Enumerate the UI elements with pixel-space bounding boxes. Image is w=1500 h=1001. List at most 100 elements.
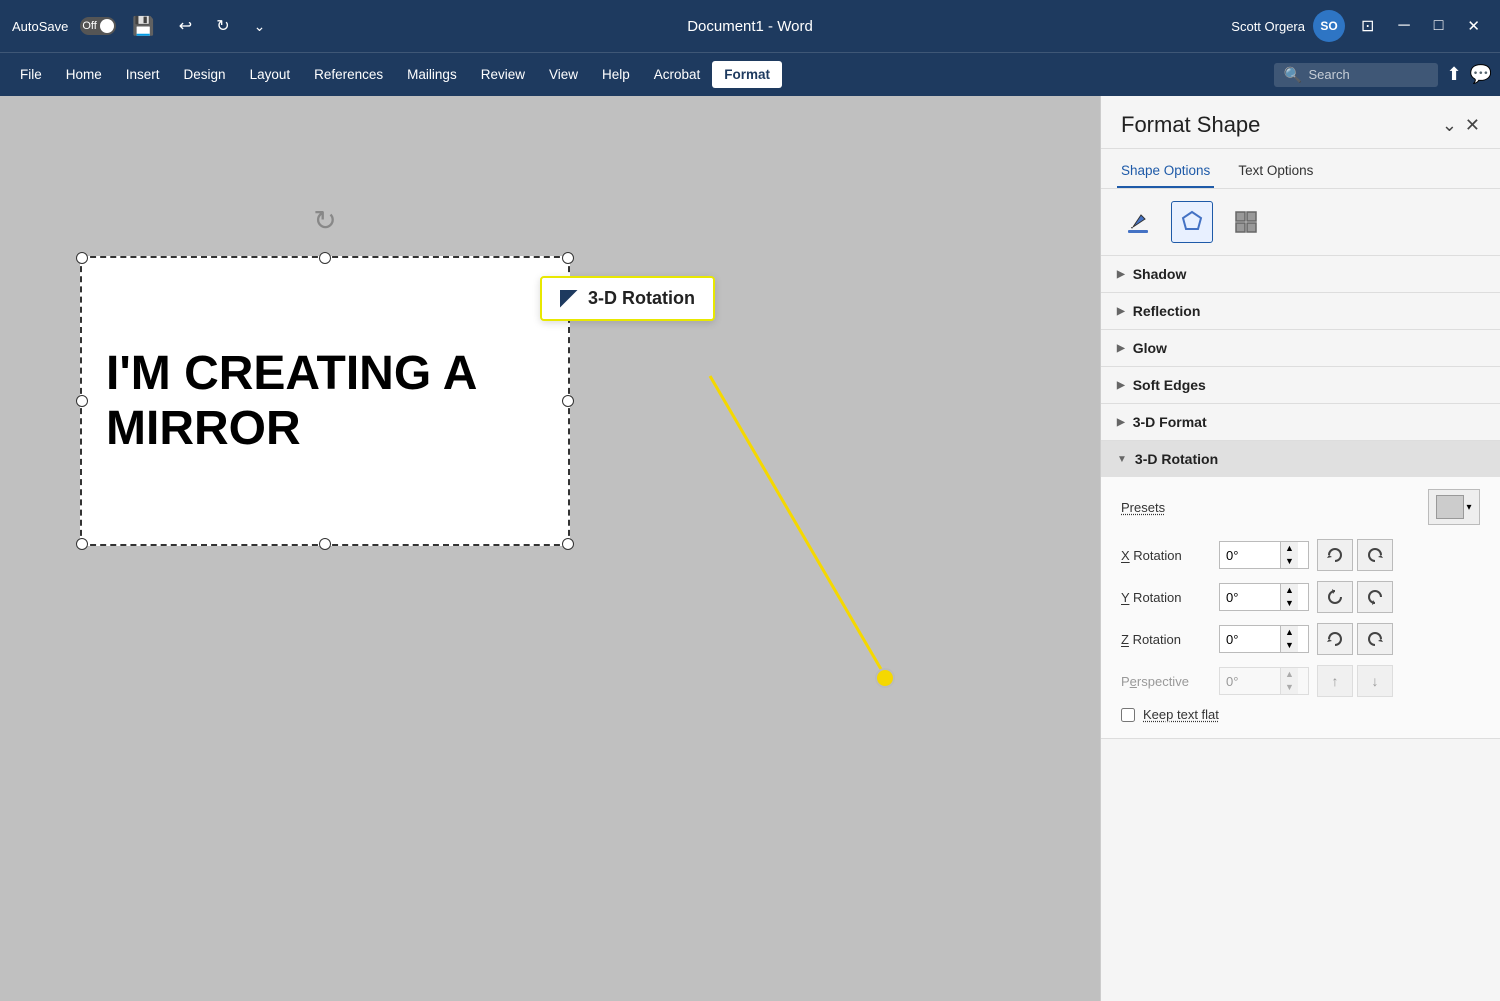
- share-icon[interactable]: ⬆: [1446, 64, 1461, 85]
- effects-icon-btn[interactable]: [1171, 201, 1213, 243]
- tooltip-label: 3-D Rotation: [588, 288, 695, 309]
- section-3d-format-header[interactable]: ▶ 3-D Format: [1101, 404, 1500, 440]
- undo-button[interactable]: ↩: [171, 12, 200, 40]
- glow-label: Glow: [1133, 340, 1167, 356]
- menu-format[interactable]: Format: [712, 61, 782, 88]
- autosave-toggle[interactable]: Off: [80, 17, 116, 35]
- perspective-down-btn[interactable]: ↓: [1357, 665, 1393, 697]
- handle-mid-left[interactable]: [76, 395, 88, 407]
- close-window-button[interactable]: ✕: [1459, 13, 1488, 39]
- y-rotate-up-btn[interactable]: [1317, 581, 1353, 613]
- menu-mailings[interactable]: Mailings: [395, 61, 469, 88]
- 3d-format-label: 3-D Format: [1133, 414, 1207, 430]
- document-area[interactable]: ↻ I'M CREATING A MIRROR 3-D Rotation: [0, 96, 1100, 1001]
- maximize-button[interactable]: □: [1426, 13, 1452, 39]
- handle-top-left[interactable]: [76, 252, 88, 264]
- perspective-spin[interactable]: ▲ ▼: [1280, 668, 1298, 694]
- menu-view[interactable]: View: [537, 61, 590, 88]
- layout-icon-btn[interactable]: [1225, 201, 1267, 243]
- y-rotation-input[interactable]: [1220, 586, 1280, 609]
- y-rotation-spin-down[interactable]: ▼: [1281, 597, 1298, 610]
- perspective-arrow-btns: ↑ ↓: [1317, 665, 1393, 697]
- user-avatar[interactable]: SO: [1313, 10, 1345, 42]
- z-rotate-cw-btn[interactable]: [1357, 623, 1393, 655]
- text-box[interactable]: I'M CREATING A MIRROR: [80, 256, 570, 546]
- menu-file[interactable]: File: [8, 61, 54, 88]
- rotation-handle[interactable]: ↻: [313, 204, 336, 237]
- y-rotation-icon-btns: [1317, 581, 1393, 613]
- tab-text-options[interactable]: Text Options: [1234, 157, 1317, 188]
- keep-text-flat-label: Keep text flat: [1143, 707, 1219, 722]
- menu-design[interactable]: Design: [172, 61, 238, 88]
- reflection-arrow-icon: ▶: [1117, 306, 1125, 317]
- section-reflection-header[interactable]: ▶ Reflection: [1101, 293, 1500, 329]
- fill-line-icon-btn[interactable]: [1117, 201, 1159, 243]
- panel-collapse-button[interactable]: ⌄: [1442, 115, 1457, 136]
- z-rotation-spin-up[interactable]: ▲: [1281, 626, 1298, 639]
- redo-button[interactable]: ↻: [208, 12, 237, 40]
- menu-acrobat[interactable]: Acrobat: [642, 61, 713, 88]
- save-button[interactable]: 💾: [124, 12, 162, 41]
- comments-icon[interactable]: 💬: [1470, 64, 1492, 85]
- z-rotation-input-wrap[interactable]: ▲ ▼: [1219, 625, 1309, 653]
- handle-top-right[interactable]: [562, 252, 574, 264]
- keep-text-flat-checkbox[interactable]: [1121, 708, 1135, 722]
- shadow-arrow-icon: ▶: [1117, 269, 1125, 280]
- menu-home[interactable]: Home: [54, 61, 114, 88]
- x-rotation-input-wrap[interactable]: ▲ ▼: [1219, 541, 1309, 569]
- section-3d-rotation-header[interactable]: ▼ 3-D Rotation: [1101, 441, 1500, 477]
- presets-button[interactable]: ▾: [1428, 489, 1480, 525]
- perspective-input-wrap[interactable]: ▲ ▼: [1219, 667, 1309, 695]
- x-rotation-icon-btns: [1317, 539, 1393, 571]
- perspective-up-btn[interactable]: ↑: [1317, 665, 1353, 697]
- menu-help[interactable]: Help: [590, 61, 642, 88]
- x-rotation-label: X Rotation: [1121, 548, 1211, 563]
- minimize-button[interactable]: ─: [1390, 13, 1417, 39]
- z-rotation-spin-down[interactable]: ▼: [1281, 639, 1298, 652]
- section-soft-edges-header[interactable]: ▶ Soft Edges: [1101, 367, 1500, 403]
- section-glow-header[interactable]: ▶ Glow: [1101, 330, 1500, 366]
- perspective-input[interactable]: [1220, 670, 1280, 693]
- menu-layout[interactable]: Layout: [238, 61, 303, 88]
- glow-arrow-icon: ▶: [1117, 343, 1125, 354]
- perspective-spin-up[interactable]: ▲: [1281, 668, 1298, 681]
- shadow-label: Shadow: [1133, 266, 1187, 282]
- x-rotation-row: X Rotation ▲ ▼: [1121, 539, 1480, 571]
- x-rotate-right-btn[interactable]: [1357, 539, 1393, 571]
- y-rotation-spin-up[interactable]: ▲: [1281, 584, 1298, 597]
- x-rotation-spin-down[interactable]: ▼: [1281, 555, 1298, 568]
- y-rotation-spin[interactable]: ▲ ▼: [1280, 584, 1298, 610]
- reflection-label: Reflection: [1133, 303, 1201, 319]
- y-rotation-label: Y Rotation: [1121, 590, 1211, 605]
- menu-insert[interactable]: Insert: [114, 61, 172, 88]
- section-shadow-header[interactable]: ▶ Shadow: [1101, 256, 1500, 292]
- handle-bot-mid[interactable]: [319, 538, 331, 550]
- x-rotation-spin-up[interactable]: ▲: [1281, 542, 1298, 555]
- handle-mid-right[interactable]: [562, 395, 574, 407]
- handle-top-mid[interactable]: [319, 252, 331, 264]
- perspective-spin-down[interactable]: ▼: [1281, 681, 1298, 694]
- menu-review[interactable]: Review: [469, 61, 537, 88]
- restore-button[interactable]: ⊡: [1353, 12, 1382, 40]
- handle-bot-left[interactable]: [76, 538, 88, 550]
- search-input[interactable]: [1308, 67, 1428, 82]
- z-rotate-ccw-btn[interactable]: [1317, 623, 1353, 655]
- handle-bot-right[interactable]: [562, 538, 574, 550]
- search-box[interactable]: 🔍: [1274, 63, 1439, 87]
- y-rotation-input-wrap[interactable]: ▲ ▼: [1219, 583, 1309, 611]
- presets-dropdown-icon: ▾: [1466, 502, 1471, 513]
- panel-close-button[interactable]: ✕: [1465, 115, 1480, 136]
- text-box-container[interactable]: ↻ I'M CREATING A MIRROR: [80, 256, 570, 546]
- x-rotation-input[interactable]: [1220, 544, 1280, 567]
- z-rotation-input[interactable]: [1220, 628, 1280, 651]
- tab-shape-options[interactable]: Shape Options: [1117, 157, 1214, 188]
- title-bar: AutoSave Off 💾 ↩ ↻ ⌄ Document1 - Word Sc…: [0, 0, 1500, 52]
- menu-references[interactable]: References: [302, 61, 395, 88]
- perspective-row: Perspective ▲ ▼ ↑ ↓: [1121, 665, 1480, 697]
- user-name: Scott Orgera: [1231, 19, 1305, 34]
- customize-button[interactable]: ⌄: [246, 14, 274, 39]
- x-rotate-left-btn[interactable]: [1317, 539, 1353, 571]
- y-rotate-down-btn[interactable]: [1357, 581, 1393, 613]
- x-rotation-spin[interactable]: ▲ ▼: [1280, 542, 1298, 568]
- z-rotation-spin[interactable]: ▲ ▼: [1280, 626, 1298, 652]
